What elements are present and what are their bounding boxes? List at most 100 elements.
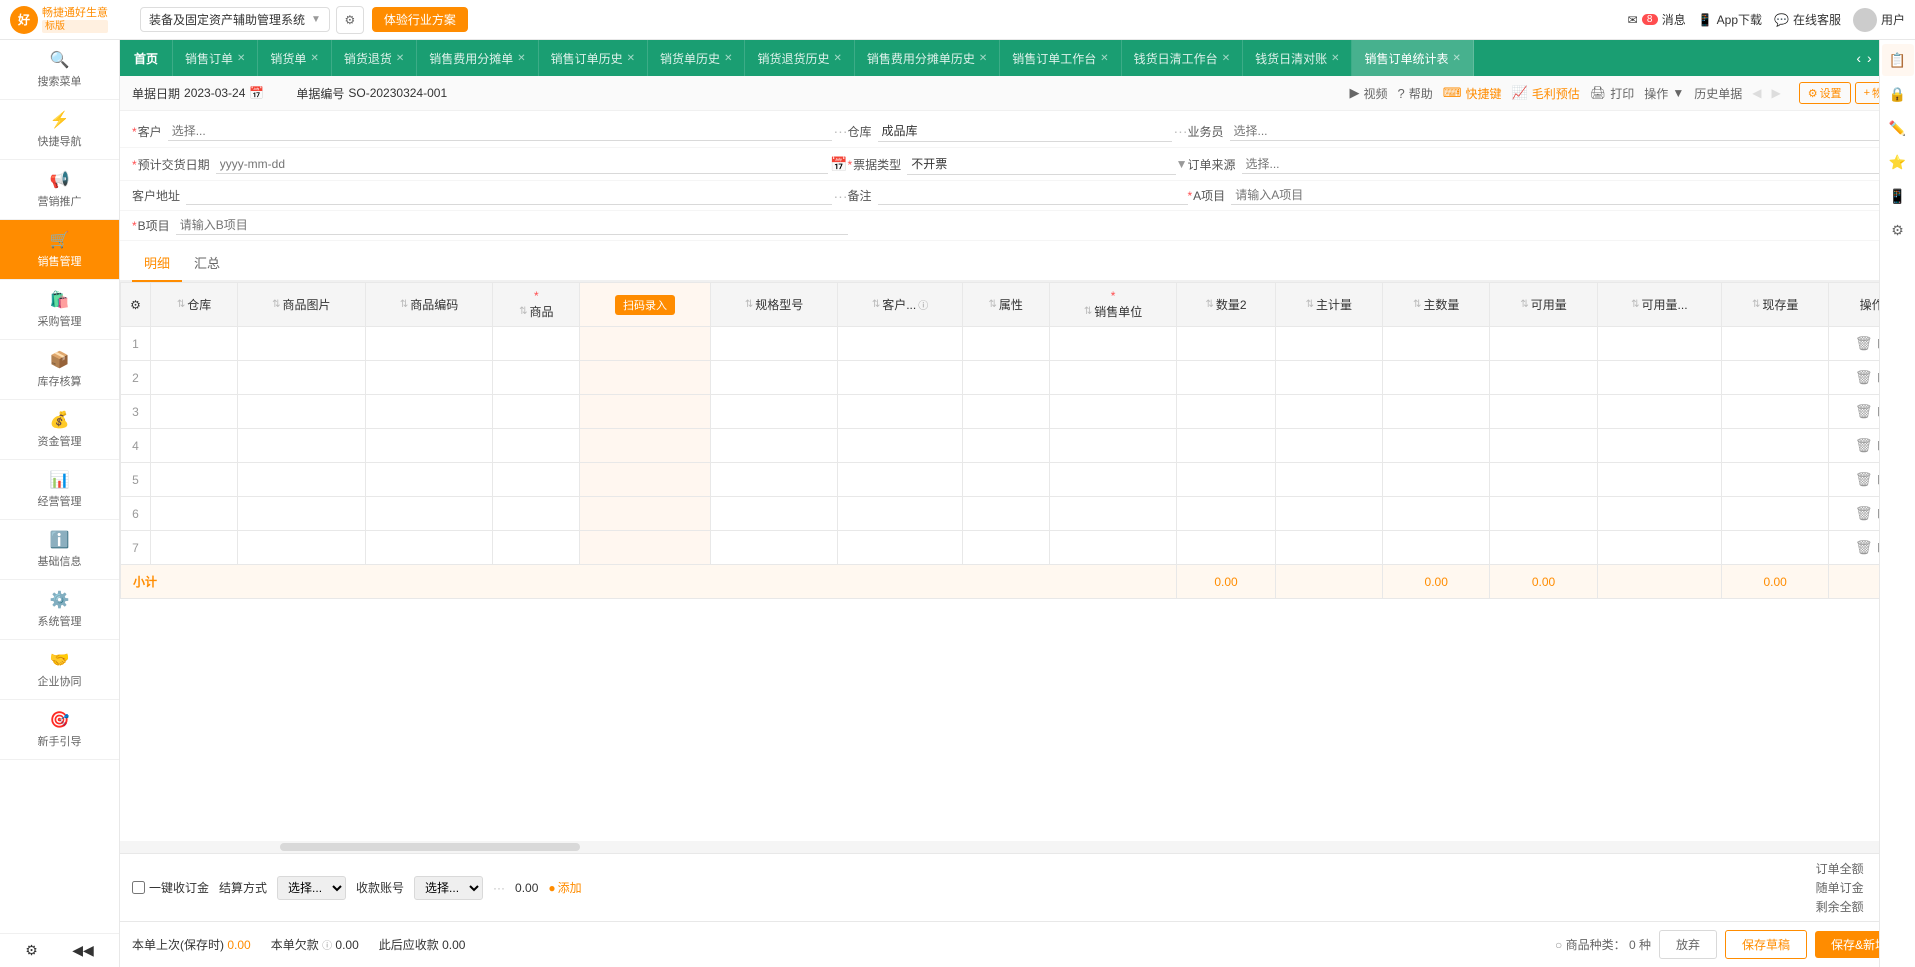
cell-main-unit[interactable] [1275,327,1382,361]
rs-icon-2[interactable]: 🔒 [1882,78,1914,110]
customer-input[interactable] [168,122,832,141]
col-main-unit[interactable]: ⇅主计量 [1275,283,1382,327]
close-icon[interactable]: ✕ [517,53,525,64]
cell-stock[interactable] [1722,531,1829,565]
tab-sales-order[interactable]: 销售订单 ✕ [173,40,258,76]
user-area[interactable]: 用户 [1853,8,1905,32]
cell-qty2[interactable] [1177,463,1275,497]
close-icon[interactable]: ✕ [979,53,987,64]
prev-owe-info-icon[interactable]: ⓘ [322,941,332,952]
col-customer-code[interactable]: ⇅客户... ⓘ [838,283,962,327]
cell-main-qty[interactable] [1383,429,1490,463]
sidebar-item-marketing[interactable]: 📢 营销推广 [0,160,119,220]
tab-home[interactable]: 首页 [120,40,173,76]
cell-attributes[interactable] [962,361,1049,395]
cell-product-img[interactable] [238,429,366,463]
cell-product-img[interactable] [238,327,366,361]
cell-stock[interactable] [1722,463,1829,497]
cell-main-qty[interactable] [1383,361,1490,395]
cell-main-unit[interactable] [1275,497,1382,531]
cell-available2[interactable] [1597,395,1721,429]
cell-warehouse[interactable] [151,361,238,395]
sidebar-item-sales[interactable]: 🛒 销售管理 [0,220,119,280]
scroll-thumb[interactable] [280,843,580,851]
cell-customer-code[interactable] [838,327,962,361]
cell-main-qty[interactable] [1383,463,1490,497]
receipt-select[interactable]: 选择... [414,876,483,900]
dots-receipt[interactable]: ··· [493,881,505,895]
delete-row-icon[interactable]: 🗑 [1855,505,1873,522]
delete-row-icon[interactable]: 🗑 [1855,471,1873,488]
tab-summary[interactable]: 汇总 [182,245,232,282]
col-product-code[interactable]: ⇅商品编码 [365,283,493,327]
cell-qty2[interactable] [1177,361,1275,395]
cell-spec[interactable] [710,497,838,531]
cell-spec[interactable] [710,463,838,497]
cell-stock[interactable] [1722,395,1829,429]
sidebar-item-finance[interactable]: 💰 资金管理 [0,400,119,460]
cell-product-code[interactable] [365,531,493,565]
sidebar-item-enterprise[interactable]: 🤝 企业协同 [0,640,119,700]
col-sales-unit[interactable]: ⇅销售单位 [1049,283,1177,327]
cell-product[interactable] [493,463,580,497]
a-project-input[interactable] [1231,186,1903,205]
col-warehouse[interactable]: ⇅仓库 [151,283,238,327]
tab-sales-order-history[interactable]: 销售订单历史 ✕ [539,40,648,76]
cell-product-code[interactable] [365,429,493,463]
warehouse-more-icon[interactable]: ··· [1174,123,1188,139]
help-btn[interactable]: ? 帮助 [1398,85,1433,102]
cell-available2[interactable] [1597,429,1721,463]
cell-main-unit[interactable] [1275,361,1382,395]
sidebar-item-guide[interactable]: 🎯 新手引导 [0,700,119,760]
cell-main-unit[interactable] [1275,395,1382,429]
sidebar-item-operations[interactable]: 📊 经营管理 [0,460,119,520]
cell-customer-code[interactable] [838,497,962,531]
cell-attributes[interactable] [962,327,1049,361]
cell-stock[interactable] [1722,361,1829,395]
cell-customer-code[interactable] [838,395,962,429]
cell-attributes[interactable] [962,497,1049,531]
tab-order-workspace[interactable]: 销售订单工作台 ✕ [1000,40,1121,76]
cell-customer-code[interactable] [838,531,962,565]
cell-product-code[interactable] [365,463,493,497]
cell-qty2[interactable] [1177,395,1275,429]
cell-spec[interactable] [710,429,838,463]
rs-icon-4[interactable]: ⭐ [1882,146,1914,178]
calendar-icon[interactable]: 📅 [249,86,264,100]
sidebar-item-system[interactable]: ⚙️ 系统管理 [0,580,119,640]
cell-main-unit[interactable] [1275,531,1382,565]
cell-attributes[interactable] [962,395,1049,429]
col-available2[interactable]: ⇅可用量... [1597,283,1721,327]
horizontal-scrollbar[interactable] [120,841,1915,853]
sidebar-item-base[interactable]: ℹ️ 基础信息 [0,520,119,580]
cell-product[interactable] [493,497,580,531]
cell-available2[interactable] [1597,497,1721,531]
tab-sales-expense[interactable]: 销售费用分摊单 ✕ [417,40,538,76]
cell-available2[interactable] [1597,327,1721,361]
remark-input[interactable] [878,186,1188,205]
cell-available[interactable] [1490,429,1597,463]
print-btn[interactable]: 🖨 打印 [1590,85,1635,102]
cell-main-qty[interactable] [1383,395,1490,429]
tab-expense-history[interactable]: 销售费用分摊单历史 ✕ [855,40,1000,76]
cell-product-code[interactable] [365,327,493,361]
history-btn[interactable]: 历史单据 [1694,85,1742,102]
cell-spec[interactable] [710,395,838,429]
delete-row-icon[interactable]: 🗑 [1855,335,1873,352]
cell-attributes[interactable] [962,463,1049,497]
cell-warehouse[interactable] [151,497,238,531]
cell-main-unit[interactable] [1275,463,1382,497]
cell-available[interactable] [1490,531,1597,565]
one-key-deposit-checkbox[interactable]: 一键收订金 [132,879,209,896]
cell-warehouse[interactable] [151,429,238,463]
view-video-btn[interactable]: ▶ 视频 [1350,85,1388,102]
col-settings[interactable]: ⚙ [121,283,151,327]
solution-button[interactable]: 体验行业方案 [372,7,468,32]
cell-spec[interactable] [710,327,838,361]
cell-sales-unit[interactable] [1049,497,1177,531]
delete-row-icon[interactable]: 🗑 [1855,403,1873,420]
settings-icon[interactable]: ⚙ [336,6,364,34]
cell-available[interactable] [1490,497,1597,531]
delete-row-icon[interactable]: 🗑 [1855,437,1873,454]
profit-btn[interactable]: 📈 毛利预估 [1512,85,1580,102]
